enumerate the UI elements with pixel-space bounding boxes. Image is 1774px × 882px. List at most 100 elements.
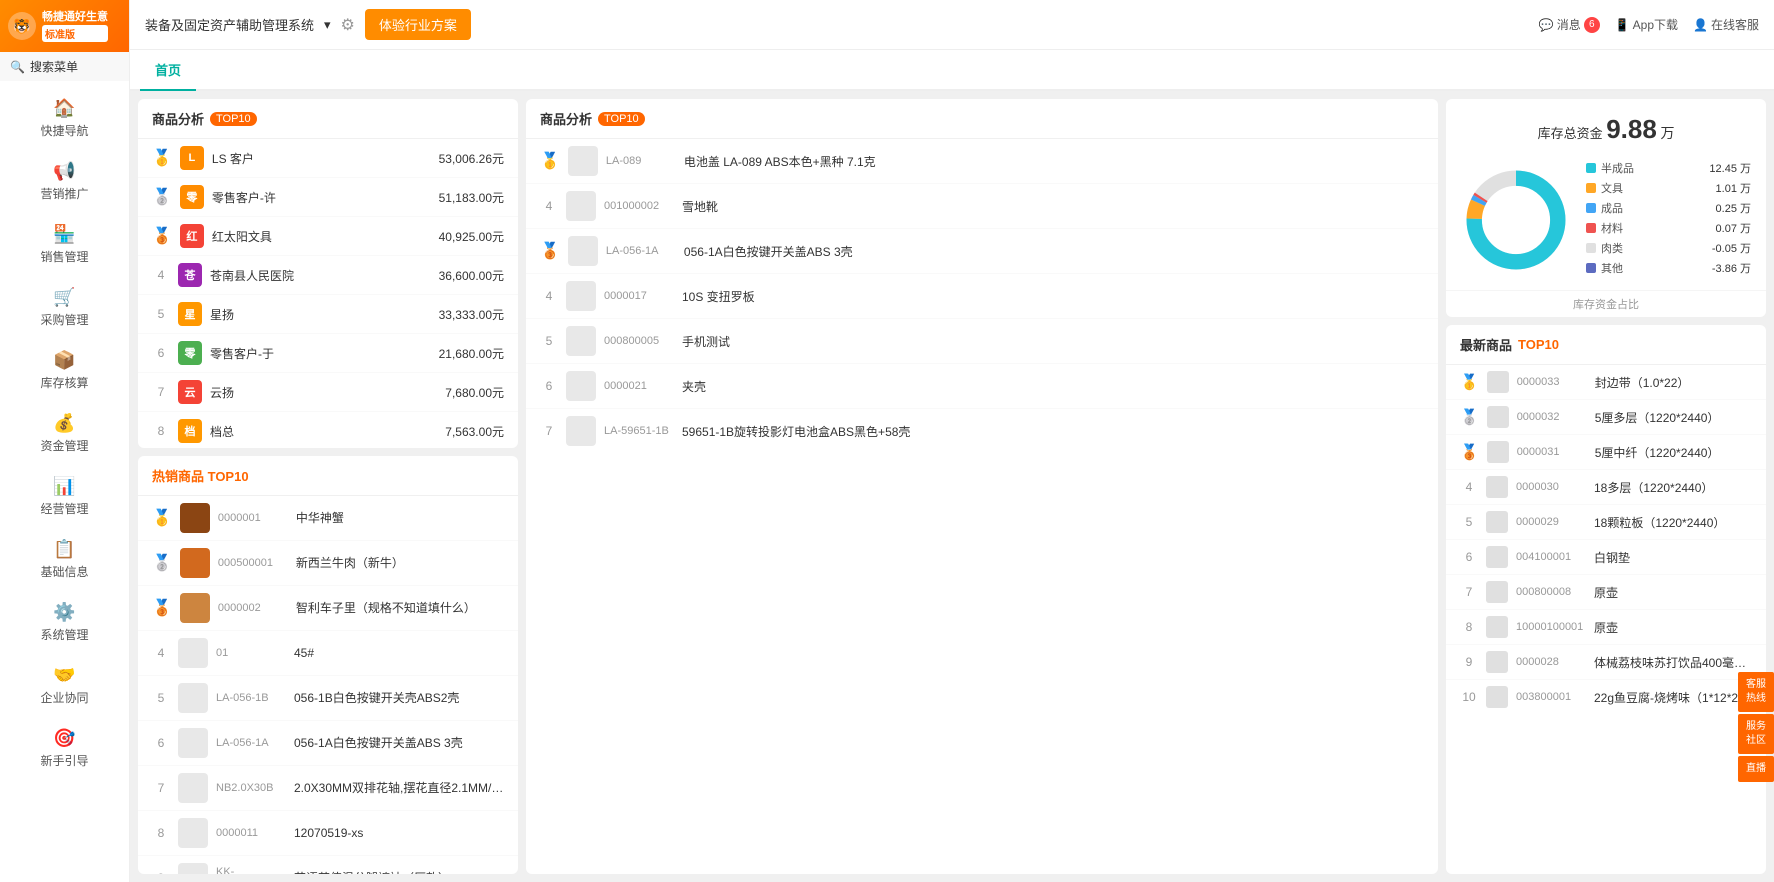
newest-products-title: 最新商品 xyxy=(1460,335,1512,354)
newest-code-10: 003800001 xyxy=(1516,691,1586,703)
hot-code-2: 000500001 xyxy=(218,557,288,569)
sidebar-item-label: 系统管理 xyxy=(40,626,88,643)
trial-button[interactable]: 体验行业方案 xyxy=(365,9,471,40)
sidebar-item-purchase[interactable]: 🛒 采购管理 xyxy=(5,277,124,338)
newest-name-7: 原壶 xyxy=(1594,584,1752,601)
sidebar-item-quick-nav[interactable]: 🏠 快捷导航 xyxy=(5,88,124,149)
rank-avatar-5: 星 xyxy=(178,302,202,326)
sidebar-logo: 🐯 畅捷通好生意 标准版 xyxy=(0,0,129,52)
customer-ranking-card: 商品分析 TOP10 🥇 L LS 客户 53,006.26元 🥈 零 零售客户… xyxy=(138,99,518,448)
sidebar-item-label: 新手引导 xyxy=(40,752,88,769)
sidebar-item-cooperation[interactable]: 🤝 企业协同 xyxy=(5,655,124,716)
app-name: 畅捷通好生意 xyxy=(42,10,108,25)
purchase-icon: 🛒 xyxy=(53,287,75,308)
hot-rank-num-6: 6 xyxy=(152,736,170,750)
base-info-icon: 📋 xyxy=(53,539,75,560)
hot-product-item: 6 LA-056-1A 056-1A白色按键开关盖ABS 3壳 xyxy=(138,721,518,766)
tab-home-label: 首页 xyxy=(155,63,181,78)
message-button[interactable]: 💬 消息 6 xyxy=(1539,16,1600,33)
sidebar-nav: 🏠 快捷导航 📢 营销推广 🏪 销售管理 🛒 采购管理 📦 库存核算 💰 资金管… xyxy=(0,81,129,882)
search-menu-button[interactable]: 🔍 搜索菜单 xyxy=(0,52,129,81)
hot-name-2: 新西兰牛肉（新牛） xyxy=(296,554,504,571)
dropdown-arrow-icon[interactable]: ▾ xyxy=(324,17,331,33)
newest-code-7: 000800008 xyxy=(1516,586,1586,598)
rank-name-4: 苍南县人民医院 xyxy=(210,267,431,284)
newest-name-5: 18颗粒板（1220*2440） xyxy=(1594,514,1752,531)
mid-rank-num-4: 4 xyxy=(540,289,558,303)
sidebar-item-finance[interactable]: 💰 资金管理 xyxy=(5,403,124,464)
online-service-button[interactable]: 👤 在线客服 xyxy=(1693,16,1759,33)
legend-value-5: -3.86 万 xyxy=(1712,260,1751,276)
sidebar-item-label: 企业协同 xyxy=(40,689,88,706)
sidebar-item-guide[interactable]: 🎯 新手引导 xyxy=(5,718,124,779)
product-item: 5 000800005 手机测试 xyxy=(526,319,1438,364)
topbar-right: 💬 消息 6 📱 App下载 👤 在线客服 xyxy=(1539,16,1759,33)
sidebar-item-inventory[interactable]: 📦 库存核算 xyxy=(5,340,124,401)
direct-button[interactable]: 直播 xyxy=(1738,756,1774,782)
mid-code-7: LA-59651-1B xyxy=(604,425,674,437)
customer-service-button[interactable]: 客服热线 xyxy=(1738,672,1774,712)
legend-item-3: 材料 0.07 万 xyxy=(1586,220,1751,236)
mid-thumb-2 xyxy=(566,191,596,221)
main-wrapper: 装备及固定资产辅助管理系统 ▾ ⚙ 体验行业方案 💬 消息 6 📱 App下载 … xyxy=(130,0,1774,882)
legend-value-4: -0.05 万 xyxy=(1712,240,1751,256)
mid-code-3: LA-056-1A xyxy=(606,245,676,257)
newest-rank-6: 6 xyxy=(1460,550,1478,564)
newest-top-label: TOP10 xyxy=(1518,337,1559,352)
newest-name-6: 白钢垫 xyxy=(1594,549,1752,566)
hot-product-item: 9 KK-SD22110H 花语萌值温分腿裤袜（厚款） xyxy=(138,856,518,874)
settings-icon[interactable]: ⚙ xyxy=(341,15,355,35)
sidebar-item-label: 库存核算 xyxy=(40,374,88,391)
newest-name-10: 22g鱼豆腐-烧烤味（1*12*20） xyxy=(1594,689,1752,706)
product-item: 6 0000021 夹壳 xyxy=(526,364,1438,409)
mid-rank-medal-3: 🥉 xyxy=(540,241,560,261)
mid-rank-num-6: 6 xyxy=(540,379,558,393)
hot-code-6: LA-056-1A xyxy=(216,737,286,749)
newest-rank-7: 7 xyxy=(1460,585,1478,599)
donut-svg xyxy=(1461,165,1571,275)
hot-rank-medal-2: 🥈 xyxy=(152,553,172,573)
sales-icon: 🏪 xyxy=(53,224,75,245)
legend-item-4: 肉类 -0.05 万 xyxy=(1586,240,1751,256)
legend-label-4: 肉类 xyxy=(1601,240,1707,256)
product-thumb-1 xyxy=(180,503,210,533)
service-icon: 👤 xyxy=(1693,18,1708,32)
inventory-card: 库存总资金 9.88 万 xyxy=(1446,99,1766,317)
newest-code-6: 004100001 xyxy=(1516,551,1586,563)
legend-value-1: 1.01 万 xyxy=(1716,180,1751,196)
newest-name-1: 封边带（1.0*22） xyxy=(1595,374,1752,391)
newest-thumb-7 xyxy=(1486,581,1508,603)
product-item: 🥇 LA-089 电池盖 LA-089 ABS本色+黑种 7.1克 xyxy=(526,139,1438,184)
hot-name-9: 花语萌值温分腿裤袜（厚款） xyxy=(294,869,504,874)
chart-container: 半成品 12.45 万 文具 1.01 万 成品 0.25 万 xyxy=(1446,150,1766,290)
sidebar-item-marketing[interactable]: 📢 营销推广 xyxy=(5,151,124,212)
logo-icon: 🐯 xyxy=(8,12,36,40)
sidebar: 🐯 畅捷通好生意 标准版 🔍 搜索菜单 🏠 快捷导航 📢 营销推广 🏪 销售管理… xyxy=(0,0,130,882)
tab-home[interactable]: 首页 xyxy=(140,50,196,91)
service-community-button[interactable]: 服务社区 xyxy=(1738,714,1774,754)
cooperation-icon: 🤝 xyxy=(53,665,75,686)
rank-item: 🥇 L LS 客户 53,006.26元 xyxy=(138,139,518,178)
operations-icon: 📊 xyxy=(53,476,75,497)
app-download-button[interactable]: 📱 App下载 xyxy=(1615,16,1678,33)
rank-name-1: LS 客户 xyxy=(212,150,431,167)
hot-name-8: 12070519-xs xyxy=(294,826,504,840)
product-thumb-4 xyxy=(178,638,208,668)
sidebar-item-system[interactable]: ⚙️ 系统管理 xyxy=(5,592,124,653)
donut-chart xyxy=(1461,165,1571,275)
sidebar-item-operations[interactable]: 📊 经营管理 xyxy=(5,466,124,527)
rank-avatar-4: 苍 xyxy=(178,263,202,287)
sidebar-item-base-info[interactable]: 📋 基础信息 xyxy=(5,529,124,590)
inventory-amount: 9.88 xyxy=(1606,114,1657,144)
rank-item: 6 零 零售客户-于 21,680.00元 xyxy=(138,334,518,373)
sidebar-item-label: 快捷导航 xyxy=(40,122,88,139)
mid-thumb-7 xyxy=(566,416,596,446)
rank-avatar-2: 零 xyxy=(180,185,204,209)
hot-code-7: NB2.0X30B xyxy=(216,782,286,794)
newest-item: 🥉 0000031 5厘中纤（1220*2440） xyxy=(1446,435,1766,470)
newest-rank-9: 9 xyxy=(1460,655,1478,669)
rank-amount-3: 40,925.00元 xyxy=(439,228,504,245)
sidebar-item-sales[interactable]: 🏪 销售管理 xyxy=(5,214,124,275)
hot-product-item: 🥈 000500001 新西兰牛肉（新牛） xyxy=(138,541,518,586)
product-thumb-3 xyxy=(180,593,210,623)
